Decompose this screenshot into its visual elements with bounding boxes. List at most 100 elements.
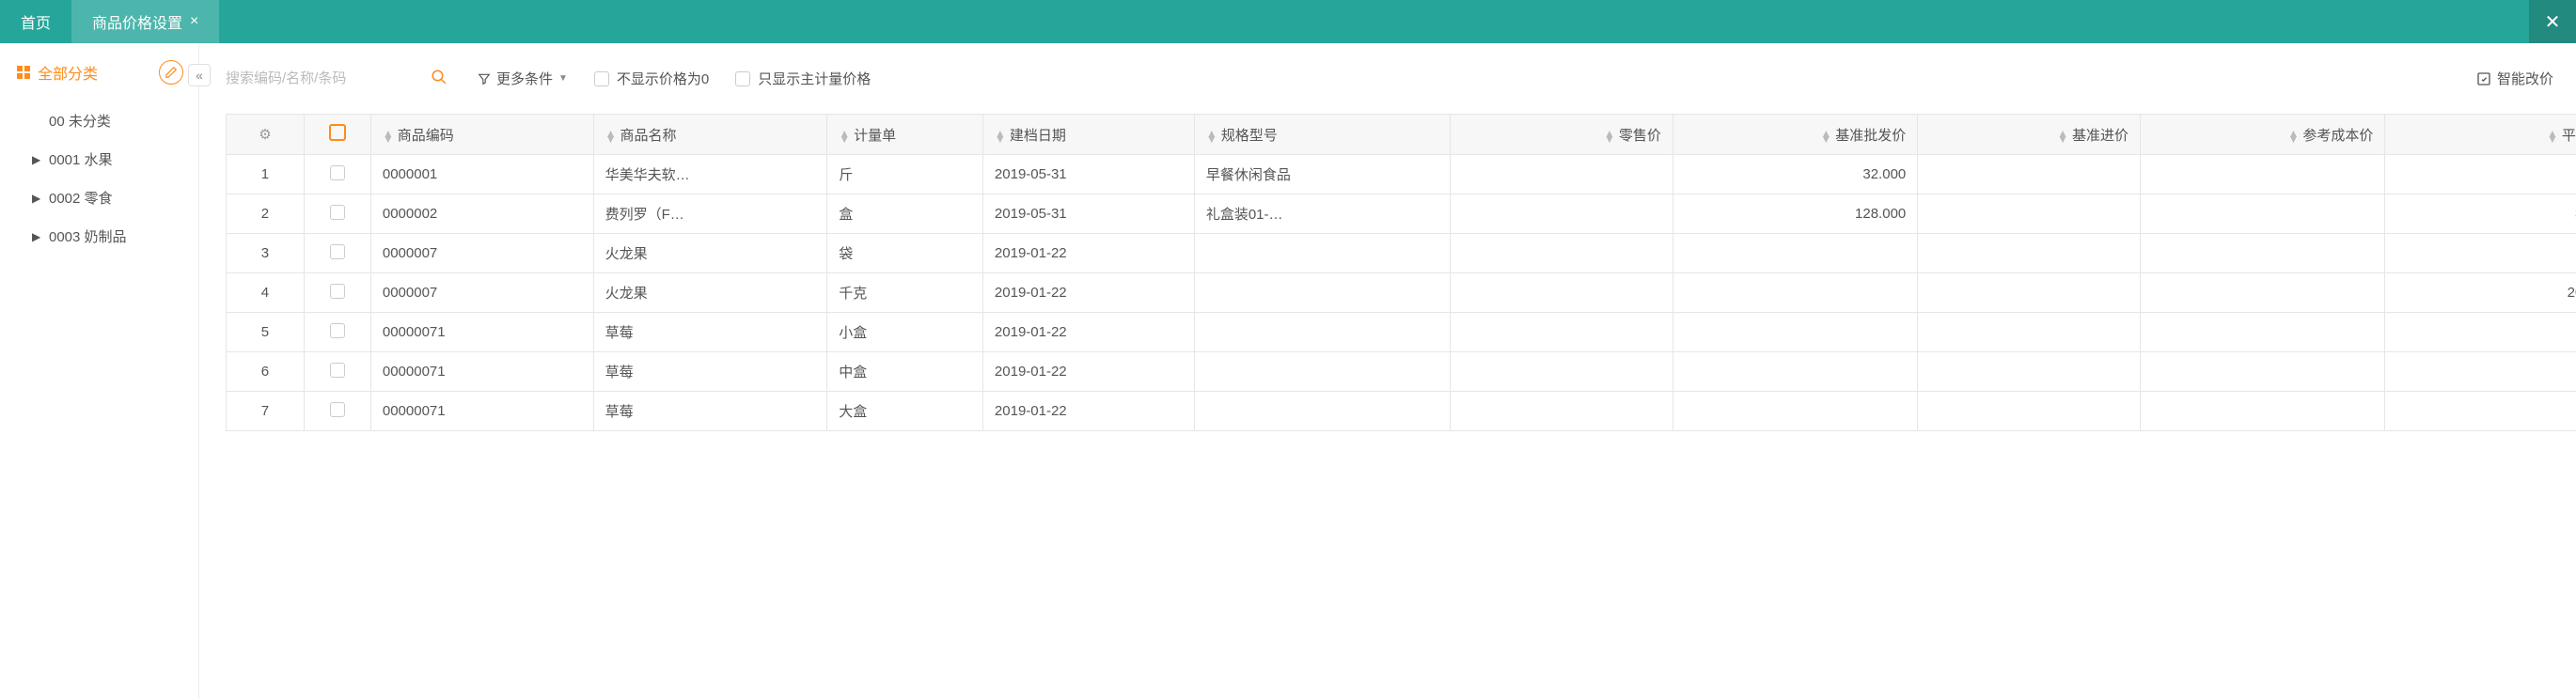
tree-item-fruit[interactable]: ▶ 0001 水果 (11, 140, 187, 179)
cell-name: 华美华夫软… (593, 155, 827, 194)
cell-refcost[interactable] (2141, 155, 2385, 194)
cell-name: 草莓 (593, 392, 827, 431)
hide-zero-checkbox[interactable]: 不显示价格为0 (594, 69, 709, 88)
cell-name: 火龙果 (593, 273, 827, 313)
tree-item-snack[interactable]: ▶ 0002 零食 (11, 179, 187, 217)
cell-avgcost[interactable] (2385, 352, 2576, 392)
more-conditions-button[interactable]: 更多条件 ▼ (478, 69, 568, 88)
table-row[interactable]: 20000002费列罗（F…盒2019-05-31礼盒装01-…128.0003… (227, 194, 2576, 234)
cell-refcost[interactable] (2141, 273, 2385, 313)
cell-refcost[interactable] (2141, 313, 2385, 352)
cell-purchase[interactable] (1918, 313, 2141, 352)
col-select-all[interactable] (304, 115, 370, 155)
cell-avgcost[interactable] (2385, 313, 2576, 352)
col-unit[interactable]: ▲▼计量单 (827, 115, 983, 155)
sidebar: 全部分类 « 00 未分类 ▶ 0001 水果 ▶ 000 (0, 43, 199, 699)
sort-icon: ▲▼ (605, 131, 617, 142)
cell-purchase[interactable] (1918, 155, 2141, 194)
table-row[interactable]: 500000071草莓小盒2019-01-22 (227, 313, 2576, 352)
row-checkbox[interactable] (304, 273, 370, 313)
cell-retail[interactable] (1451, 194, 1673, 234)
cell-wholesale[interactable] (1673, 313, 1917, 352)
cell-avgcost[interactable] (2385, 392, 2576, 431)
tree-item-uncategorized[interactable]: 00 未分类 (11, 101, 187, 140)
sort-icon: ▲▼ (839, 131, 850, 142)
cell-retail[interactable] (1451, 273, 1673, 313)
edit-categories-button[interactable] (159, 60, 183, 85)
cell-retail[interactable] (1451, 392, 1673, 431)
cell-purchase[interactable] (1918, 194, 2141, 234)
cell-avgcost[interactable]: 200.000 (2385, 273, 2576, 313)
search-icon[interactable] (431, 69, 448, 90)
search-input[interactable] (226, 63, 451, 95)
col-retail[interactable]: ▲▼零售价 (1451, 115, 1673, 155)
cell-code: 0000002 (370, 194, 593, 234)
cell-wholesale[interactable]: 32.000 (1673, 155, 1917, 194)
col-settings[interactable]: ⚙ (227, 115, 305, 155)
sidebar-collapse-button[interactable]: « (188, 64, 211, 86)
checkbox-icon (330, 205, 345, 220)
sort-icon: ▲▼ (1604, 131, 1615, 142)
col-spec[interactable]: ▲▼规格型号 (1194, 115, 1450, 155)
table-row[interactable]: 700000071草莓大盒2019-01-22 (227, 392, 2576, 431)
table-row[interactable]: 10000001华美华夫软…斤2019-05-31早餐休闲食品32.00014.… (227, 155, 2576, 194)
cell-retail[interactable] (1451, 313, 1673, 352)
col-avgcost[interactable]: ▲▼平均成本 (2385, 115, 2576, 155)
table-row[interactable]: 40000007火龙果千克2019-01-22200.000 (227, 273, 2576, 313)
cell-spec (1194, 273, 1450, 313)
cell-date: 2019-01-22 (982, 392, 1194, 431)
col-date[interactable]: ▲▼建档日期 (982, 115, 1194, 155)
col-purchase[interactable]: ▲▼基准进价 (1918, 115, 2141, 155)
row-checkbox[interactable] (304, 155, 370, 194)
gear-icon: ⚙ (259, 127, 271, 143)
cell-purchase[interactable] (1918, 392, 2141, 431)
close-icon[interactable]: × (190, 13, 198, 30)
cell-date: 2019-01-22 (982, 352, 1194, 392)
toolbar: 更多条件 ▼ 不显示价格为0 只显示主计量价格 智能改价 (199, 43, 2576, 114)
col-label: 商品名称 (620, 128, 677, 144)
tab-price-settings[interactable]: 商品价格设置 × (71, 0, 219, 43)
col-wholesale[interactable]: ▲▼基准批发价 (1673, 115, 1917, 155)
tab-active-label: 商品价格设置 (92, 10, 182, 33)
cell-refcost[interactable] (2141, 194, 2385, 234)
cell-refcost[interactable] (2141, 352, 2385, 392)
col-label: 基准批发价 (1835, 128, 1906, 144)
row-checkbox[interactable] (304, 313, 370, 352)
cell-avgcost[interactable] (2385, 234, 2576, 273)
edit-icon (2476, 71, 2491, 86)
tree-item-dairy[interactable]: ▶ 0003 奶制品 (11, 217, 187, 256)
cell-avgcost[interactable]: 31.586 (2385, 194, 2576, 234)
cell-wholesale[interactable] (1673, 234, 1917, 273)
cell-refcost[interactable] (2141, 392, 2385, 431)
col-name[interactable]: ▲▼商品名称 (593, 115, 827, 155)
row-checkbox[interactable] (304, 352, 370, 392)
col-code[interactable]: ▲▼商品编码 (370, 115, 593, 155)
cell-wholesale[interactable] (1673, 352, 1917, 392)
cell-wholesale[interactable]: 128.000 (1673, 194, 1917, 234)
cell-spec: 礼盒装01-… (1194, 194, 1450, 234)
row-checkbox[interactable] (304, 234, 370, 273)
only-main-checkbox[interactable]: 只显示主计量价格 (735, 69, 871, 88)
cell-purchase[interactable] (1918, 234, 2141, 273)
row-checkbox[interactable] (304, 194, 370, 234)
checkbox-icon (329, 124, 346, 141)
cell-retail[interactable] (1451, 155, 1673, 194)
cell-retail[interactable] (1451, 234, 1673, 273)
sort-icon: ▲▼ (1206, 131, 1217, 142)
cell-wholesale[interactable] (1673, 273, 1917, 313)
col-refcost[interactable]: ▲▼参考成本价 (2141, 115, 2385, 155)
global-close-button[interactable]: ✕ (2529, 0, 2576, 43)
smart-price-button[interactable]: 智能改价 (2467, 63, 2563, 94)
table-row[interactable]: 600000071草莓中盒2019-01-22 (227, 352, 2576, 392)
sidebar-all-categories[interactable]: 全部分类 (0, 60, 198, 101)
cell-purchase[interactable] (1918, 352, 2141, 392)
cell-purchase[interactable] (1918, 273, 2141, 313)
cell-wholesale[interactable] (1673, 392, 1917, 431)
cell-refcost[interactable] (2141, 234, 2385, 273)
tab-home[interactable]: 首页 (0, 0, 71, 43)
cell-avgcost[interactable]: 14.929 (2385, 155, 2576, 194)
row-checkbox[interactable] (304, 392, 370, 431)
table-row[interactable]: 30000007火龙果袋2019-01-22 (227, 234, 2576, 273)
checkbox-icon (735, 71, 750, 86)
cell-retail[interactable] (1451, 352, 1673, 392)
